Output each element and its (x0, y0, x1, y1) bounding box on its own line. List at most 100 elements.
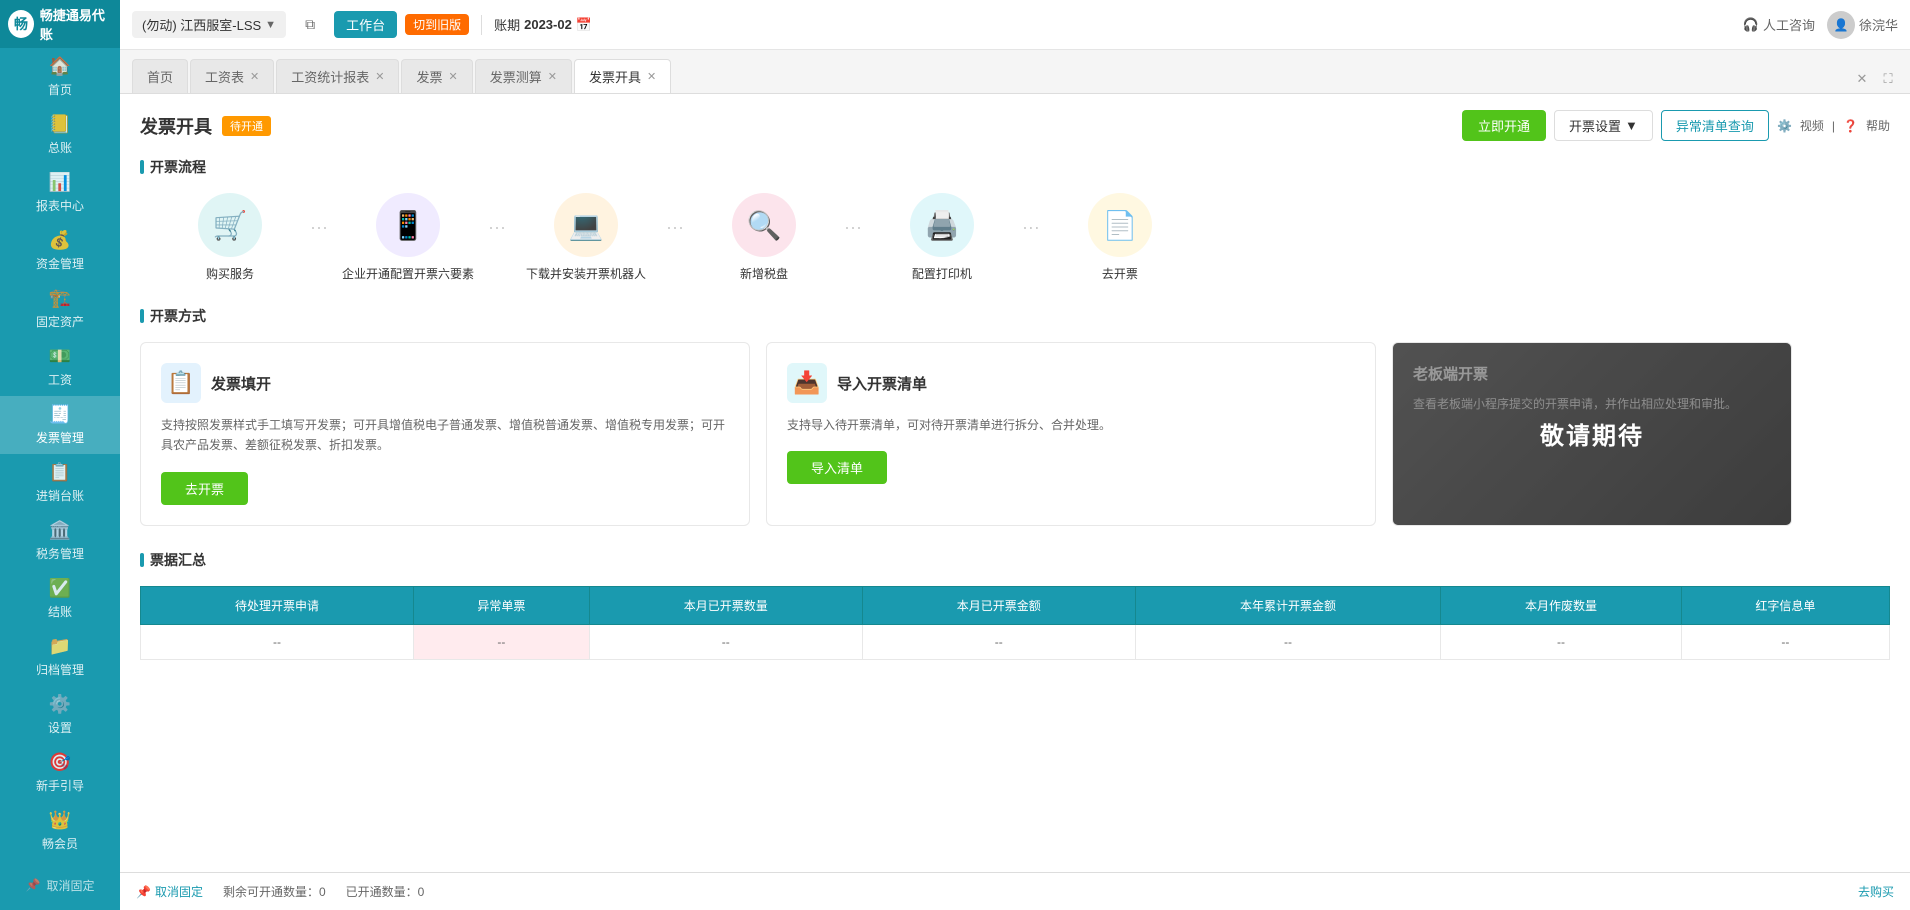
step-icon-add-tax: 🔍 (732, 193, 796, 257)
member-icon: 👑 (49, 810, 71, 831)
funds-icon: 💰 (49, 230, 71, 251)
sidebar-item-label: 发票管理 (36, 429, 84, 446)
copy-button[interactable]: ⧉ (294, 9, 326, 41)
sidebar-item-purchase[interactable]: 📋 进销台账 (0, 454, 120, 512)
step-label-configure: 企业开通配置开票六要素 (342, 265, 474, 282)
tab-close-invoice[interactable]: ✕ (449, 70, 458, 83)
step-icon-download: 💻 (554, 193, 618, 257)
copy-icon: ⧉ (305, 16, 315, 33)
old-client-card: 老板端开票 查看老板端小程序提交的开票申请，并作出相应处理和审批。 敬请期待 (1392, 342, 1792, 526)
process-section-title: 开票流程 (140, 157, 1890, 177)
sidebar-item-label: 进销台账 (36, 487, 84, 504)
view-label[interactable]: 视频 (1800, 117, 1824, 134)
sidebar-item-label: 归档管理 (36, 661, 84, 678)
cell-year-amount: -- (1135, 624, 1440, 659)
sidebar-item-tax[interactable]: 🏛️ 税务管理 (0, 512, 120, 570)
cell-anomaly: -- (414, 624, 590, 659)
company-selector[interactable]: (勿动) 江西服室-LSS ▼ (132, 11, 286, 38)
sidebar-item-reports[interactable]: 📊 报表中心 (0, 164, 120, 222)
reports-icon: 📊 (49, 172, 71, 193)
remaining-count-label: 剩余可开通数量：0 (223, 883, 326, 900)
step-go-invoice: 📄 去开票 (1030, 193, 1210, 282)
tab-home[interactable]: 首页 (132, 59, 188, 93)
tab-salary-table[interactable]: 工资表 ✕ (190, 59, 274, 93)
calendar-icon[interactable]: 📅 (576, 17, 592, 33)
sidebar-item-label: 新手引导 (36, 777, 84, 794)
help-label[interactable]: 帮助 (1866, 117, 1890, 134)
tab-invoice[interactable]: 发票 ✕ (401, 59, 472, 93)
col-year-amount: 本年累计开票金额 (1135, 586, 1440, 624)
summary-header-row: 待处理开票申请 异常单票 本月已开票数量 本月已开票金额 本年累计开票金额 本月… (141, 586, 1890, 624)
sidebar-item-home[interactable]: 🏠 首页 (0, 48, 120, 106)
goto-buy-link[interactable]: 去购买 (1858, 883, 1894, 900)
sidebar-item-label: 结账 (48, 603, 72, 620)
import-list-button[interactable]: 导入清单 (787, 451, 887, 484)
purchase-icon: 📋 (49, 462, 71, 483)
cancel-fixed-area: 📌 取消固定 (136, 883, 203, 900)
workbench-button[interactable]: 工作台 (334, 11, 397, 38)
method-card-import: 📥 导入开票清单 支持导入待开票清单，可对待开票清单进行拆分、合并处理。 导入清… (766, 342, 1376, 526)
col-void-count: 本月作废数量 (1441, 586, 1682, 624)
method-header-manual: 📋 发票填开 (161, 363, 729, 403)
open-settings-button[interactable]: 开票设置 ▼ (1554, 110, 1653, 141)
divider (481, 15, 482, 35)
method-header-import: 📥 导入开票清单 (787, 363, 1355, 403)
page-header: 发票开具 待开通 立即开通 开票设置 ▼ 异常清单查询 ⚙️ 视频 | ❓ 帮助 (140, 110, 1890, 141)
sidebar-item-guide[interactable]: 🎯 新手引导 (0, 744, 120, 802)
tax-icon: 🏛️ (49, 520, 71, 541)
summary-data-row: -- -- -- -- -- -- -- (141, 624, 1890, 659)
sidebar-item-assets[interactable]: 🏗️ 固定资产 (0, 280, 120, 338)
sidebar-item-checkout[interactable]: ✅ 结账 (0, 570, 120, 628)
tab-close-salary-report[interactable]: ✕ (375, 70, 384, 83)
service-button[interactable]: 🎧 人工咨询 (1743, 15, 1815, 34)
method-card-manual: 📋 发票填开 支持按照发票样式手工填写开发票；可开具增值税电子普通发票、增值税普… (140, 342, 750, 526)
invoice-methods-area: 📋 发票填开 支持按照发票样式手工填写开发票；可开具增值税电子普通发票、增值税普… (140, 342, 1890, 526)
sidebar-item-ledger[interactable]: 📒 总账 (0, 106, 120, 164)
goto-invoice-button[interactable]: 去开票 (161, 472, 248, 505)
invoice-methods-section-title: 开票方式 (140, 306, 1890, 326)
sidebar-item-label: 工资 (48, 371, 72, 388)
company-name: (勿动) 江西服室-LSS (142, 15, 261, 34)
sidebar-item-member[interactable]: 👑 畅会员 (0, 802, 120, 860)
sidebar-item-salary[interactable]: 💵 工资 (0, 338, 120, 396)
tab-invoice-calc[interactable]: 发票测算 ✕ (475, 59, 572, 93)
home-icon: 🏠 (49, 56, 71, 77)
step-icon-printer: 🖨️ (910, 193, 974, 257)
step-icon-buy: 🛒 (198, 193, 262, 257)
window-close-button[interactable]: ✕ (1852, 69, 1872, 89)
step-icon-go-invoice: 📄 (1088, 193, 1152, 257)
tab-close-invoice-issue[interactable]: ✕ (647, 70, 656, 83)
step-add-tax: 🔍 新增税盘 (674, 193, 854, 282)
method-icon-import: 📥 (787, 363, 827, 403)
col-month-amount: 本月已开票金额 (862, 586, 1135, 624)
summary-section: 票据汇总 待处理开票申请 异常单票 本月已开票数量 本月已开票金额 本年累计开票… (140, 550, 1890, 660)
help-icon: ❓ (1843, 119, 1858, 133)
archive-icon: 📁 (49, 636, 71, 657)
settings-icon: ⚙️ (49, 694, 71, 715)
anomaly-query-button[interactable]: 异常清单查询 (1661, 110, 1769, 141)
sidebar-item-funds[interactable]: 💰 资金管理 (0, 222, 120, 280)
sidebar-item-settings[interactable]: ⚙️ 设置 (0, 686, 120, 744)
tab-close-salary[interactable]: ✕ (250, 70, 259, 83)
old-version-button[interactable]: 切到旧版 (405, 14, 469, 35)
step-configure: 📱 企业开通配置开票六要素 (318, 193, 498, 282)
app-name: 畅捷通易代账 (40, 5, 112, 43)
tab-close-invoice-calc[interactable]: ✕ (548, 70, 557, 83)
period-display: 账期 2023-02 📅 (494, 15, 592, 34)
col-anomaly: 异常单票 (414, 586, 590, 624)
col-month-count: 本月已开票数量 (589, 586, 862, 624)
tab-salary-report[interactable]: 工资统计报表 ✕ (276, 59, 399, 93)
salary-icon: 💵 (49, 346, 71, 367)
sidebar: 畅 畅捷通易代账 🏠 首页 📒 总账 📊 报表中心 💰 资金管理 🏗️ 固定资产… (0, 0, 120, 910)
logo-icon: 畅 (8, 10, 34, 38)
cancel-fixed-label[interactable]: 取消固定 (155, 883, 203, 900)
sidebar-item-invoice[interactable]: 🧾 发票管理 (0, 396, 120, 454)
tab-invoice-issue[interactable]: 发票开具 ✕ (574, 59, 671, 93)
cancel-fixed-button[interactable]: 📌 取消固定 (0, 860, 120, 910)
window-expand-button[interactable]: ⛶ (1878, 69, 1898, 89)
user-info[interactable]: 👤 徐浣华 (1827, 11, 1898, 39)
sidebar-item-archive[interactable]: 📁 归档管理 (0, 628, 120, 686)
step-icon-configure: 📱 (376, 193, 440, 257)
status-badge: 待开通 (222, 116, 271, 136)
open-now-button[interactable]: 立即开通 (1462, 110, 1546, 141)
